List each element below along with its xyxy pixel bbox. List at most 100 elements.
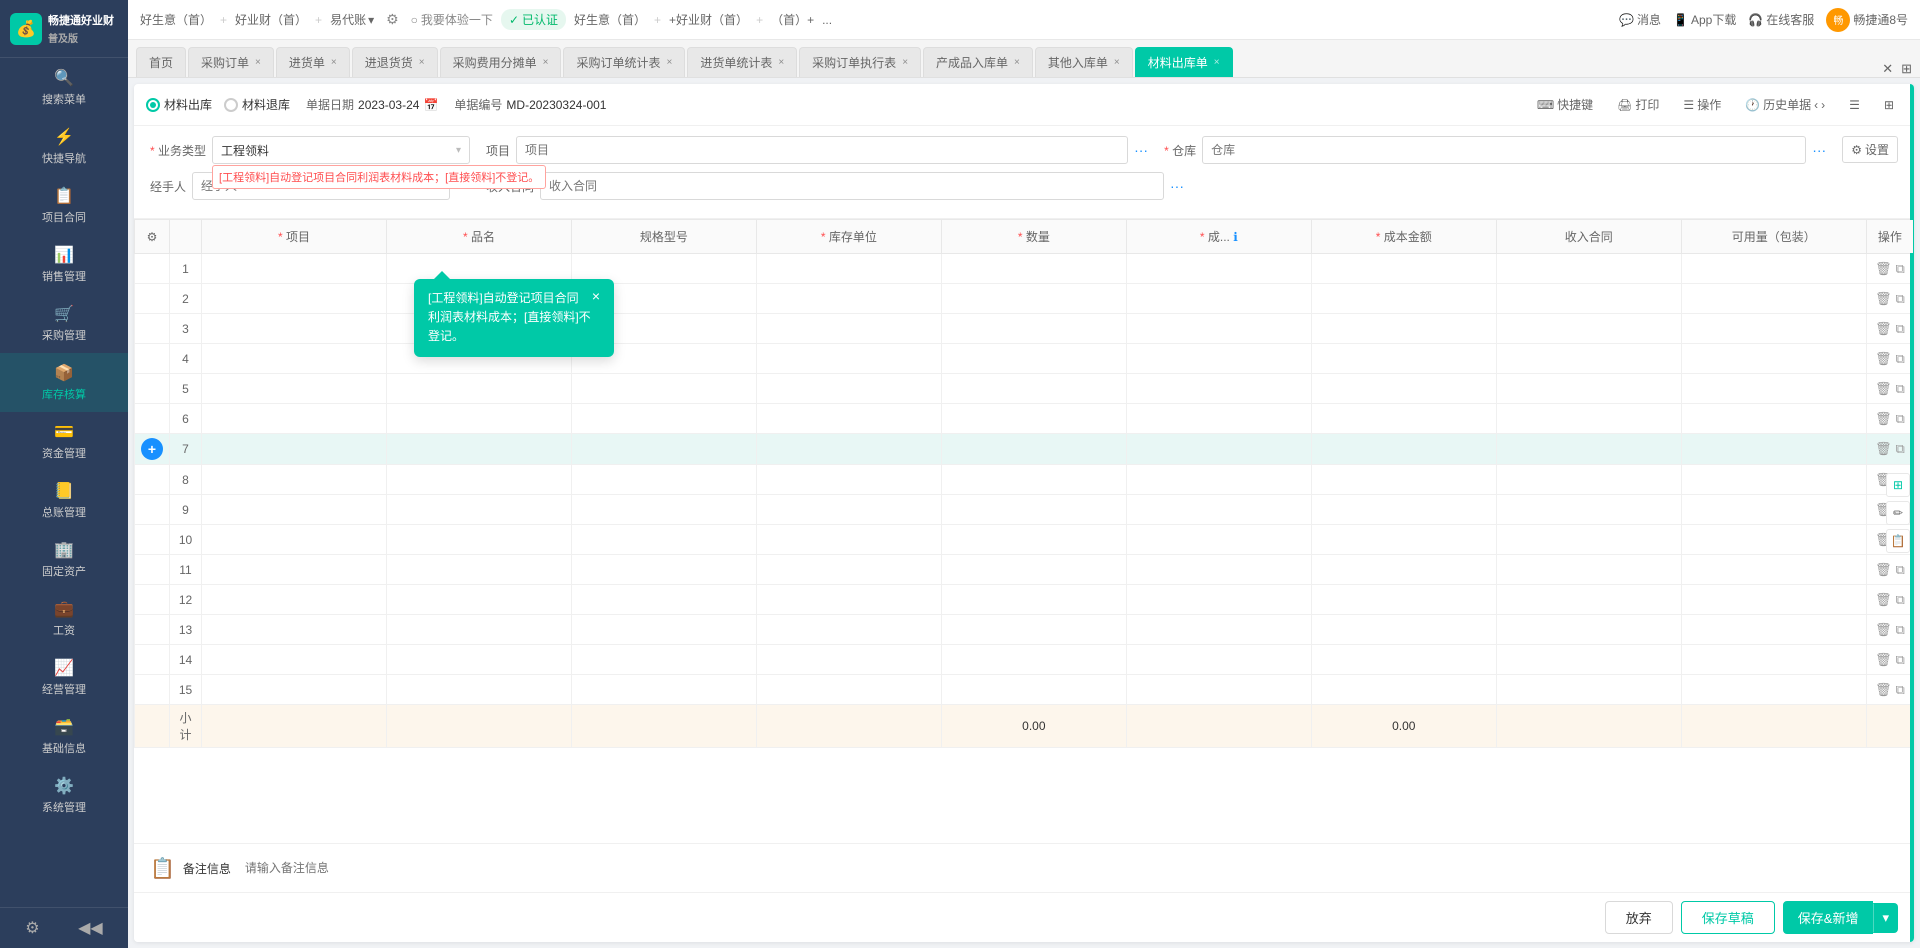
settings-gear-icon[interactable]: ⚙ [25, 918, 39, 938]
input-spec[interactable] [578, 442, 750, 456]
topbar-link-haoyecai[interactable]: 好业财（首） [235, 11, 307, 28]
copy-row-icon[interactable]: ⧉ [1895, 411, 1904, 427]
cell-income_contract[interactable] [1496, 585, 1681, 615]
sidebar-item-search[interactable]: 🔍 搜索菜单 [0, 58, 128, 117]
cell-cost_price[interactable] [1126, 254, 1311, 284]
cell-income_contract[interactable] [1496, 314, 1681, 344]
cell-project[interactable] [202, 284, 387, 314]
tab-close-icon[interactable]: × [778, 57, 784, 68]
cell-qty[interactable] [941, 525, 1126, 555]
topbar-more-link[interactable]: ... [822, 13, 832, 27]
cell-cost_amount[interactable] [1311, 465, 1496, 495]
cell-cost_amount[interactable] [1311, 434, 1496, 465]
cell-spec[interactable] [571, 465, 756, 495]
input-project[interactable] [208, 442, 380, 456]
cell-unit[interactable] [756, 254, 941, 284]
view-toggle-btn[interactable]: ☰ [1841, 94, 1868, 116]
copy-row-icon[interactable]: ⧉ [1895, 622, 1904, 638]
cell-unit[interactable] [756, 525, 941, 555]
sidebar-item-ledger[interactable]: 📒 总账管理 [0, 471, 128, 530]
cell-cost_amount[interactable] [1311, 495, 1496, 525]
input-cost_amount[interactable] [1318, 442, 1490, 456]
cell-cost_price[interactable] [1126, 525, 1311, 555]
radio-material-out[interactable]: 材料出库 [146, 96, 212, 113]
cell-project[interactable] [202, 645, 387, 675]
sidebar-item-sales[interactable]: 📊 销售管理 [0, 235, 128, 294]
save-draft-button[interactable]: 保存草稿 [1681, 901, 1775, 934]
topbar-user-avatar[interactable]: 畅 畅捷通8号 [1826, 8, 1908, 32]
cell-cost_price[interactable] [1126, 404, 1311, 434]
cell-income_contract[interactable] [1496, 374, 1681, 404]
tooltip-close-btn[interactable]: × [592, 289, 600, 303]
cell-name[interactable] [386, 615, 571, 645]
cell-available[interactable] [1681, 615, 1866, 645]
copy-row-icon[interactable]: ⧉ [1895, 441, 1904, 457]
cell-available[interactable] [1681, 314, 1866, 344]
right-tool-3[interactable]: 📋 [1886, 529, 1910, 553]
sidebar-item-basic[interactable]: 🗃️ 基础信息 [0, 707, 128, 766]
cell-name[interactable] [386, 555, 571, 585]
cell-name[interactable] [386, 374, 571, 404]
tab-close-icon[interactable]: × [666, 57, 672, 68]
tab-close-icon[interactable]: × [1214, 57, 1220, 68]
cell-name[interactable] [386, 434, 571, 465]
add-row-btn[interactable]: + [141, 438, 163, 460]
cell-qty[interactable] [941, 495, 1126, 525]
copy-row-icon[interactable]: ⧉ [1895, 291, 1904, 307]
cell-project[interactable] [202, 254, 387, 284]
cell-unit[interactable] [756, 314, 941, 344]
cell-project[interactable] [202, 465, 387, 495]
tab-other-in[interactable]: 其他入库单 × [1035, 47, 1133, 77]
tab-finished-in[interactable]: 产成品入库单 × [923, 47, 1033, 77]
cell-income_contract[interactable] [1496, 284, 1681, 314]
cell-available[interactable] [1681, 525, 1866, 555]
sidebar-item-inventory[interactable]: 📦 库存核算 [0, 353, 128, 412]
cell-qty[interactable] [941, 374, 1126, 404]
cell-income_contract[interactable] [1496, 465, 1681, 495]
cell-spec[interactable] [571, 645, 756, 675]
income-contract-input[interactable] [540, 172, 1164, 200]
cell-spec[interactable] [571, 615, 756, 645]
cell-cost_price[interactable] [1126, 374, 1311, 404]
income-contract-dots-icon[interactable]: ··· [1170, 178, 1184, 194]
input-cost_price[interactable] [1133, 442, 1305, 456]
cell-cost_price[interactable] [1126, 344, 1311, 374]
topbar-app-download-btn[interactable]: 📱 App下载 [1673, 11, 1736, 28]
warehouse-input[interactable] [1202, 136, 1806, 164]
cell-unit[interactable] [756, 344, 941, 374]
cell-available[interactable] [1681, 404, 1866, 434]
delete-row-icon[interactable]: 🗑 [1875, 261, 1892, 277]
cell-income_contract[interactable] [1496, 495, 1681, 525]
biz-type-select[interactable]: 工程领料 ▾ [212, 136, 470, 164]
cell-cost_price[interactable] [1126, 615, 1311, 645]
cell-name[interactable] [386, 585, 571, 615]
cell-income_contract[interactable] [1496, 555, 1681, 585]
cell-name[interactable] [386, 404, 571, 434]
cell-spec[interactable] [571, 374, 756, 404]
history-btn[interactable]: 🕐 历史单据 ‹ › [1737, 92, 1833, 117]
cell-spec[interactable] [571, 585, 756, 615]
note-input[interactable] [245, 852, 1898, 884]
cell-cost_amount[interactable] [1311, 525, 1496, 555]
cell-project[interactable] [202, 615, 387, 645]
tab-purchase-stats[interactable]: 采购订单统计表 × [563, 47, 685, 77]
input-available[interactable] [1688, 442, 1860, 456]
project-input[interactable] [516, 136, 1128, 164]
cell-cost_price[interactable] [1126, 314, 1311, 344]
cell-project[interactable] [202, 675, 387, 705]
tab-purchase-in[interactable]: 进货单 × [276, 47, 350, 77]
sidebar-item-quick-nav[interactable]: ⚡ 快捷导航 [0, 117, 128, 176]
sidebar-item-ops[interactable]: 📈 经营管理 [0, 648, 128, 707]
tab-home[interactable]: 首页 [136, 47, 186, 77]
cell-unit[interactable] [756, 585, 941, 615]
cell-unit[interactable] [756, 284, 941, 314]
cell-available[interactable] [1681, 284, 1866, 314]
cell-qty[interactable] [941, 284, 1126, 314]
warehouse-dots-icon[interactable]: ··· [1812, 142, 1826, 158]
copy-row-icon[interactable]: ⧉ [1895, 261, 1904, 277]
sidebar-item-project[interactable]: 📋 项目合同 [0, 176, 128, 235]
cell-spec[interactable] [571, 495, 756, 525]
cell-spec[interactable] [571, 525, 756, 555]
delete-row-icon[interactable]: 🗑 [1875, 562, 1892, 578]
copy-row-icon[interactable]: ⧉ [1895, 682, 1904, 698]
